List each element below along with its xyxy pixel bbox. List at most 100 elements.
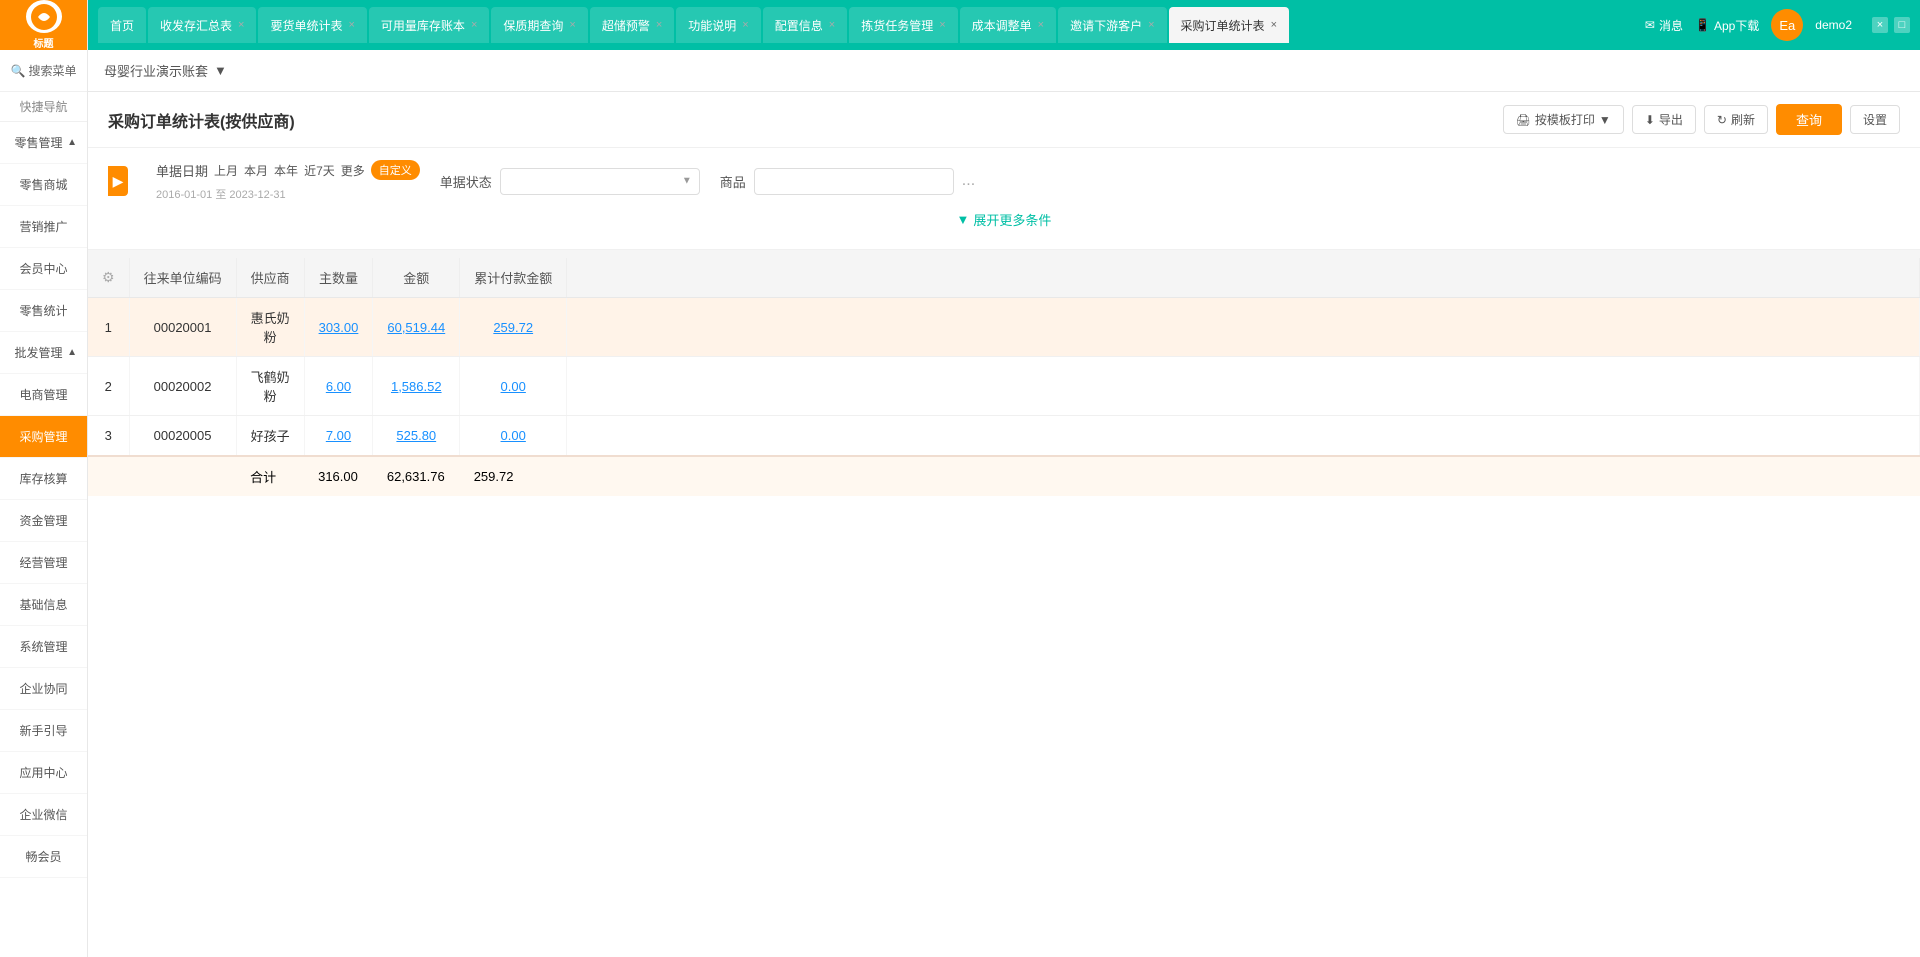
- avatar-initials: Ea: [1779, 18, 1795, 33]
- message-icon: ✉: [1645, 18, 1655, 32]
- tab-cost-close[interactable]: ×: [1038, 19, 1044, 31]
- table-row[interactable]: 3 00020005 好孩子 7.00 525.80 0.00: [88, 416, 1920, 457]
- sidebar-item-basic-info[interactable]: 基础信息: [0, 584, 87, 626]
- sidebar-item-marketing[interactable]: 营销推广: [0, 206, 87, 248]
- tab-config-close[interactable]: ×: [829, 19, 835, 31]
- status-filter: 单据状态: [440, 168, 700, 195]
- footer-empty2: [129, 456, 236, 496]
- query-label: 查询: [1796, 113, 1822, 128]
- sidebar-item-retail-mall[interactable]: 零售商城: [0, 164, 87, 206]
- tab-quality[interactable]: 保质期查询 ×: [491, 7, 587, 43]
- company-selector[interactable]: 母婴行业演示账套 ▼: [104, 61, 227, 80]
- tab-quality-close[interactable]: ×: [569, 19, 575, 31]
- goods-label: 商品: [720, 172, 746, 191]
- table-row[interactable]: 1 00020001 惠氏奶粉 303.00 60,519.44 259.72: [88, 298, 1920, 357]
- sidebar-item-member2[interactable]: 畅会员: [0, 836, 87, 878]
- goods-filter: 商品 ...: [720, 168, 975, 195]
- sidebar-item-operations[interactable]: 经营管理: [0, 542, 87, 584]
- sidebar-item-ecommerce[interactable]: 电商管理: [0, 374, 87, 416]
- expand-icon-wholesale: ▲: [67, 347, 77, 358]
- sidebar-item-app-center[interactable]: 应用中心: [0, 752, 87, 794]
- template-print-button[interactable]: 🖨 按模板打印 ▼: [1503, 105, 1624, 134]
- row-index-3: 3: [88, 416, 129, 457]
- refresh-button[interactable]: ↻ 刷新: [1704, 105, 1768, 134]
- maximize-window-button[interactable]: □: [1894, 17, 1910, 33]
- expand-more-button[interactable]: ▼ 展开更多条件: [957, 210, 1052, 229]
- quick-nav-label: 快捷导航: [0, 92, 87, 122]
- tab-available-close[interactable]: ×: [471, 19, 477, 31]
- sidebar-item-retail-mgmt[interactable]: 零售管理 ▲: [0, 122, 87, 164]
- tab-purchase-stats[interactable]: 采购订单统计表 ×: [1169, 7, 1289, 43]
- message-button[interactable]: ✉ 消息: [1645, 17, 1683, 34]
- table-row[interactable]: 2 00020002 飞鹤奶粉 6.00 1,586.52 0.00: [88, 357, 1920, 416]
- table-footer-row: 合计 316.00 62,631.76 259.72: [88, 456, 1920, 496]
- sidebar-item-member[interactable]: 会员中心: [0, 248, 87, 290]
- tab-picking-close[interactable]: ×: [939, 19, 945, 31]
- sidebar-item-collab[interactable]: 企业协同: [0, 668, 87, 710]
- tab-available-inventory[interactable]: 可用量库存账本 ×: [369, 7, 489, 43]
- tab-function-close[interactable]: ×: [742, 19, 748, 31]
- sidebar-item-system[interactable]: 系统管理: [0, 626, 87, 668]
- status-label: 单据状态: [440, 172, 492, 191]
- row-quantity-1[interactable]: 303.00: [304, 298, 373, 357]
- shortcut-this-year[interactable]: 本年: [274, 162, 298, 179]
- export-button[interactable]: ⬇ 导出: [1632, 105, 1696, 134]
- row-amount-2[interactable]: 1,586.52: [373, 357, 460, 416]
- goods-filter-dots[interactable]: ...: [962, 172, 975, 190]
- col-quantity: 主数量: [304, 258, 373, 298]
- row-quantity-2[interactable]: 6.00: [304, 357, 373, 416]
- sidebar-item-purchase[interactable]: 采购管理: [0, 416, 87, 458]
- row-amount-1[interactable]: 60,519.44: [373, 298, 460, 357]
- shortcut-this-month[interactable]: 本月: [244, 162, 268, 179]
- app-download-button[interactable]: 📱 App下载: [1695, 17, 1759, 34]
- shortcut-7days[interactable]: 近7天: [304, 162, 335, 179]
- row-extra-3: [567, 416, 1920, 457]
- row-amount-3[interactable]: 525.80: [373, 416, 460, 457]
- expand-more-label: 展开更多条件: [973, 210, 1051, 229]
- tab-receipt-close[interactable]: ×: [238, 19, 244, 31]
- sidebar-item-inventory[interactable]: 库存核算: [0, 458, 87, 500]
- footer-extra: [567, 456, 1920, 496]
- tab-overstock-close[interactable]: ×: [656, 19, 662, 31]
- date-tag-custom[interactable]: 自定义: [371, 160, 420, 180]
- shortcut-more[interactable]: 更多: [341, 162, 365, 179]
- sidebar-item-retail-stats[interactable]: 零售统计: [0, 290, 87, 332]
- close-window-button[interactable]: ×: [1872, 17, 1888, 33]
- tab-home[interactable]: 首页: [98, 7, 146, 43]
- shortcut-last-month[interactable]: 上月: [214, 162, 238, 179]
- window-controls: × □: [1872, 17, 1910, 33]
- tab-function[interactable]: 功能说明 ×: [676, 7, 760, 43]
- expand-filter-button[interactable]: ▶: [108, 166, 128, 196]
- status-select[interactable]: [500, 168, 700, 195]
- table-container: ⚙ 往来单位编码 供应商 主数量 金额 累计付款金额 1 00020001 惠氏…: [88, 258, 1920, 957]
- tab-picking[interactable]: 拣货任务管理 ×: [849, 7, 957, 43]
- tab-overstock[interactable]: 超储预警 ×: [590, 7, 674, 43]
- sidebar-item-wholesale[interactable]: 批发管理 ▲: [0, 332, 87, 374]
- query-button[interactable]: 查询: [1776, 104, 1842, 135]
- tab-order-close[interactable]: ×: [348, 19, 354, 31]
- sidebar-item-wechat[interactable]: 企业微信: [0, 794, 87, 836]
- user-avatar[interactable]: Ea: [1771, 9, 1803, 41]
- row-paid-3[interactable]: 0.00: [460, 416, 567, 457]
- tab-receipt-summary[interactable]: 收发存汇总表 ×: [148, 7, 256, 43]
- row-quantity-3[interactable]: 7.00: [304, 416, 373, 457]
- search-icon: 🔍: [11, 64, 26, 78]
- search-menu-button[interactable]: 🔍 搜索菜单: [6, 58, 81, 83]
- tab-order-stats[interactable]: 要货单统计表 ×: [258, 7, 366, 43]
- app-download-label: App下载: [1714, 17, 1759, 34]
- tab-home-label: 首页: [110, 17, 134, 34]
- row-paid-2[interactable]: 0.00: [460, 357, 567, 416]
- row-supplier-1: 惠氏奶粉: [236, 298, 304, 357]
- tab-purchase-close[interactable]: ×: [1271, 19, 1277, 31]
- tab-config[interactable]: 配置信息 ×: [763, 7, 847, 43]
- goods-input[interactable]: [754, 168, 954, 195]
- column-settings-icon[interactable]: ⚙: [102, 269, 115, 285]
- tab-invite-close[interactable]: ×: [1148, 19, 1154, 31]
- sidebar-item-finance[interactable]: 资金管理: [0, 500, 87, 542]
- row-paid-1[interactable]: 259.72: [460, 298, 567, 357]
- tab-cost-adjust[interactable]: 成本调整单 ×: [960, 7, 1056, 43]
- date-filter-col: 单据日期 上月 本月 本年 近7天 更多 自定义 2016-01-01 至 20…: [156, 160, 420, 202]
- sidebar-item-newbie[interactable]: 新手引导: [0, 710, 87, 752]
- settings-button[interactable]: 设置: [1850, 105, 1900, 134]
- tab-invite[interactable]: 邀请下游客户 ×: [1058, 7, 1166, 43]
